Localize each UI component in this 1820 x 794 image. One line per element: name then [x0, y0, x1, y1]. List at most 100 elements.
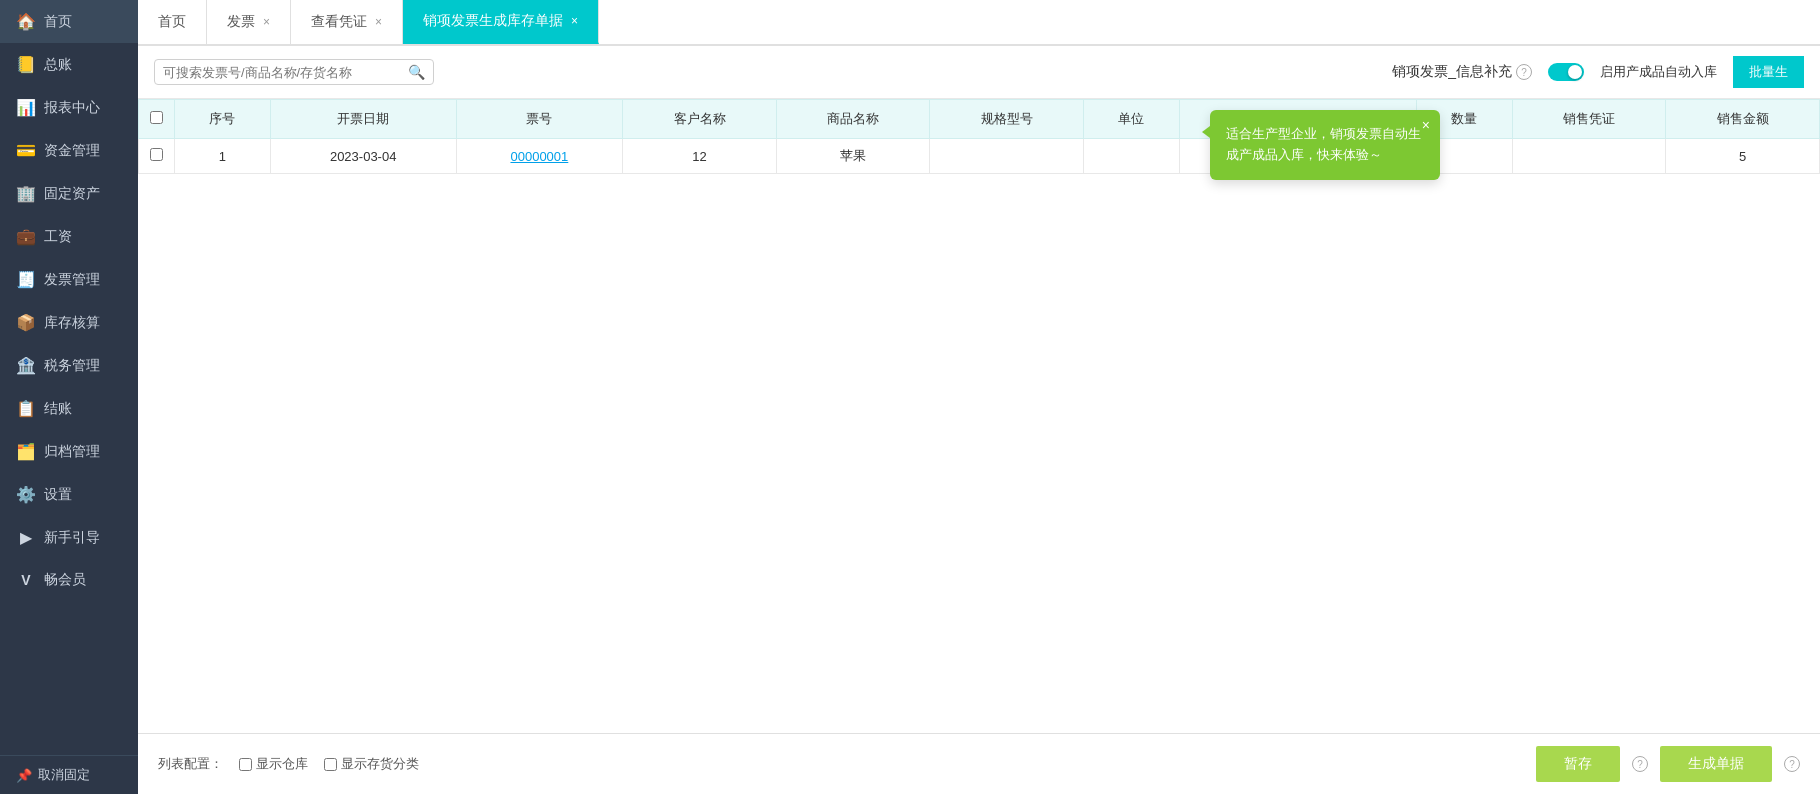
- reports-icon: 📊: [16, 98, 36, 117]
- save-button[interactable]: 暂存: [1536, 746, 1620, 782]
- tooltip-text: 适合生产型企业，销项发票自动生成产成品入库，快来体验～: [1226, 126, 1421, 162]
- sidebar-label-inventory: 库存核算: [44, 314, 100, 332]
- row-checkbox[interactable]: [150, 148, 163, 161]
- row-unit: [1083, 139, 1179, 174]
- row-product: 苹果: [776, 139, 930, 174]
- sidebar-item-fixed-assets[interactable]: 🏢 固定资产: [0, 172, 138, 215]
- bottom-actions: 暂存 ? 生成单据 ?: [1536, 746, 1800, 782]
- search-box[interactable]: 🔍: [154, 59, 434, 85]
- show-warehouse-checkbox[interactable]: [239, 758, 252, 771]
- generate-help-icon[interactable]: ?: [1784, 756, 1800, 772]
- accounting-icon: 📋: [16, 399, 36, 418]
- pin-icon: 📌: [16, 768, 32, 783]
- ledger-icon: 📒: [16, 55, 36, 74]
- th-sales-amount: 销售金额: [1666, 100, 1820, 139]
- sidebar-item-home[interactable]: 🏠 首页: [0, 0, 138, 43]
- list-config-label: 列表配置：: [158, 755, 223, 773]
- sidebar-item-reports[interactable]: 📊 报表中心: [0, 86, 138, 129]
- sidebar-item-salary[interactable]: 💼 工资: [0, 215, 138, 258]
- sidebar-item-accounting[interactable]: 📋 结账: [0, 387, 138, 430]
- sidebar-item-tax-mgmt[interactable]: 🏦 税务管理: [0, 344, 138, 387]
- generate-button[interactable]: 生成单据: [1660, 746, 1772, 782]
- show-inventory-category-label[interactable]: 显示存货分类: [324, 755, 419, 773]
- sidebar-label-accounting: 结账: [44, 400, 72, 418]
- sidebar: 🏠 首页 📒 总账 📊 报表中心 💳 资金管理 🏢 固定资产 💼 工资 🧾 发票…: [0, 0, 138, 794]
- sidebar-label-reports: 报表中心: [44, 99, 100, 117]
- fixed-assets-icon: 🏢: [16, 184, 36, 203]
- th-sales-voucher: 销售凭证: [1512, 100, 1666, 139]
- table-wrapper: 序号 开票日期 票号 客户名称 商品名称 规格型号 单位 存货名称 数量 销售凭…: [138, 99, 1820, 733]
- sidebar-label-funds: 资金管理: [44, 142, 100, 160]
- row-ticket-no[interactable]: 00000001: [456, 139, 623, 174]
- tab-home[interactable]: 首页: [138, 0, 207, 44]
- sidebar-item-settings[interactable]: ⚙️ 设置: [0, 473, 138, 516]
- info-help-icon[interactable]: ?: [1516, 64, 1532, 80]
- tab-invoice-label: 发票: [227, 13, 255, 31]
- tooltip-close-button[interactable]: ×: [1422, 118, 1430, 132]
- show-inventory-category-checkbox[interactable]: [324, 758, 337, 771]
- data-table: 序号 开票日期 票号 客户名称 商品名称 规格型号 单位 存货名称 数量 销售凭…: [138, 99, 1820, 174]
- row-sales-amount: 5: [1666, 139, 1820, 174]
- ticket-no-link[interactable]: 00000001: [510, 149, 568, 164]
- sidebar-label-fixed-assets: 固定资产: [44, 185, 100, 203]
- tab-invoice-close[interactable]: ×: [263, 15, 270, 29]
- show-warehouse-label[interactable]: 显示仓库: [239, 755, 308, 773]
- toggle-track[interactable]: [1548, 63, 1584, 81]
- tab-bar: 首页 发票 × 查看凭证 × 销项发票生成库存单据 ×: [138, 0, 1820, 46]
- toolbar-row: 🔍 销项发票_信息补充 ? 启用产成品自动入库 批量生: [138, 46, 1820, 99]
- sidebar-label-tax-mgmt: 税务管理: [44, 357, 100, 375]
- row-seq: 1: [175, 139, 271, 174]
- table-header-row: 序号 开票日期 票号 客户名称 商品名称 规格型号 单位 存货名称 数量 销售凭…: [139, 100, 1820, 139]
- show-warehouse-text: 显示仓库: [256, 755, 308, 773]
- tab-cancel-invoice-close[interactable]: ×: [571, 14, 578, 28]
- table-row: 1 2023-03-04 00000001 12 苹果 000001 苹果 个 …: [139, 139, 1820, 174]
- toggle-thumb: [1568, 65, 1582, 79]
- main-content: 首页 发票 × 查看凭证 × 销项发票生成库存单据 × 🔍 销项发票_信息补充: [138, 0, 1820, 794]
- guide-icon: ▶: [16, 528, 36, 547]
- sidebar-label-salary: 工资: [44, 228, 72, 246]
- th-unit: 单位: [1083, 100, 1179, 139]
- enable-label: 启用产成品自动入库: [1600, 63, 1717, 81]
- cancel-fixed-label: 取消固定: [38, 766, 90, 784]
- search-icon: 🔍: [408, 64, 425, 80]
- sidebar-item-general-ledger[interactable]: 📒 总账: [0, 43, 138, 86]
- batch-generate-button[interactable]: 批量生: [1733, 56, 1804, 88]
- sidebar-label-settings: 设置: [44, 486, 72, 504]
- tab-view-voucher-close[interactable]: ×: [375, 15, 382, 29]
- sidebar-item-inventory[interactable]: 📦 库存核算: [0, 301, 138, 344]
- th-open-date: 开票日期: [270, 100, 456, 139]
- settings-icon: ⚙️: [16, 485, 36, 504]
- sidebar-item-archive[interactable]: 🗂️ 归档管理: [0, 430, 138, 473]
- row-checkbox-cell[interactable]: [139, 139, 175, 174]
- th-spec: 规格型号: [930, 100, 1084, 139]
- th-product: 商品名称: [776, 100, 930, 139]
- row-sales-voucher: [1512, 139, 1666, 174]
- tab-cancel-invoice-label: 销项发票生成库存单据: [423, 12, 563, 30]
- th-checkbox: [139, 100, 175, 139]
- sidebar-item-funds[interactable]: 💳 资金管理: [0, 129, 138, 172]
- search-input[interactable]: [163, 65, 402, 80]
- tab-cancel-invoice[interactable]: 销项发票生成库存单据 ×: [403, 0, 599, 44]
- inventory-icon: 📦: [16, 313, 36, 332]
- toggle-switch[interactable]: [1548, 63, 1584, 81]
- tab-invoice[interactable]: 发票 ×: [207, 0, 291, 44]
- sidebar-label-membership: 畅会员: [44, 571, 86, 589]
- row-customer: 12: [623, 139, 777, 174]
- th-customer: 客户名称: [623, 100, 777, 139]
- row-spec: [930, 139, 1084, 174]
- cancel-fixed-button[interactable]: 📌 取消固定: [0, 755, 138, 794]
- sidebar-label-general-ledger: 总账: [44, 56, 72, 74]
- info-label: 销项发票_信息补充 ?: [1392, 63, 1532, 81]
- select-all-checkbox[interactable]: [150, 111, 163, 124]
- content-area: 🔍 销项发票_信息补充 ? 启用产成品自动入库 批量生: [138, 46, 1820, 794]
- sidebar-item-new-guide[interactable]: ▶ 新手引导: [0, 516, 138, 559]
- tab-view-voucher[interactable]: 查看凭证 ×: [291, 0, 403, 44]
- sidebar-item-membership[interactable]: V 畅会员: [0, 559, 138, 601]
- save-help-icon[interactable]: ?: [1632, 756, 1648, 772]
- tooltip-popup: × 适合生产型企业，销项发票自动生成产成品入库，快来体验～: [1210, 110, 1440, 180]
- membership-icon: V: [16, 572, 36, 588]
- invoice-mgmt-icon: 🧾: [16, 270, 36, 289]
- bottom-bar: 列表配置： 显示仓库 显示存货分类 暂存 ? 生成单据 ?: [138, 733, 1820, 794]
- sidebar-item-invoice-mgmt[interactable]: 🧾 发票管理: [0, 258, 138, 301]
- sidebar-label-archive: 归档管理: [44, 443, 100, 461]
